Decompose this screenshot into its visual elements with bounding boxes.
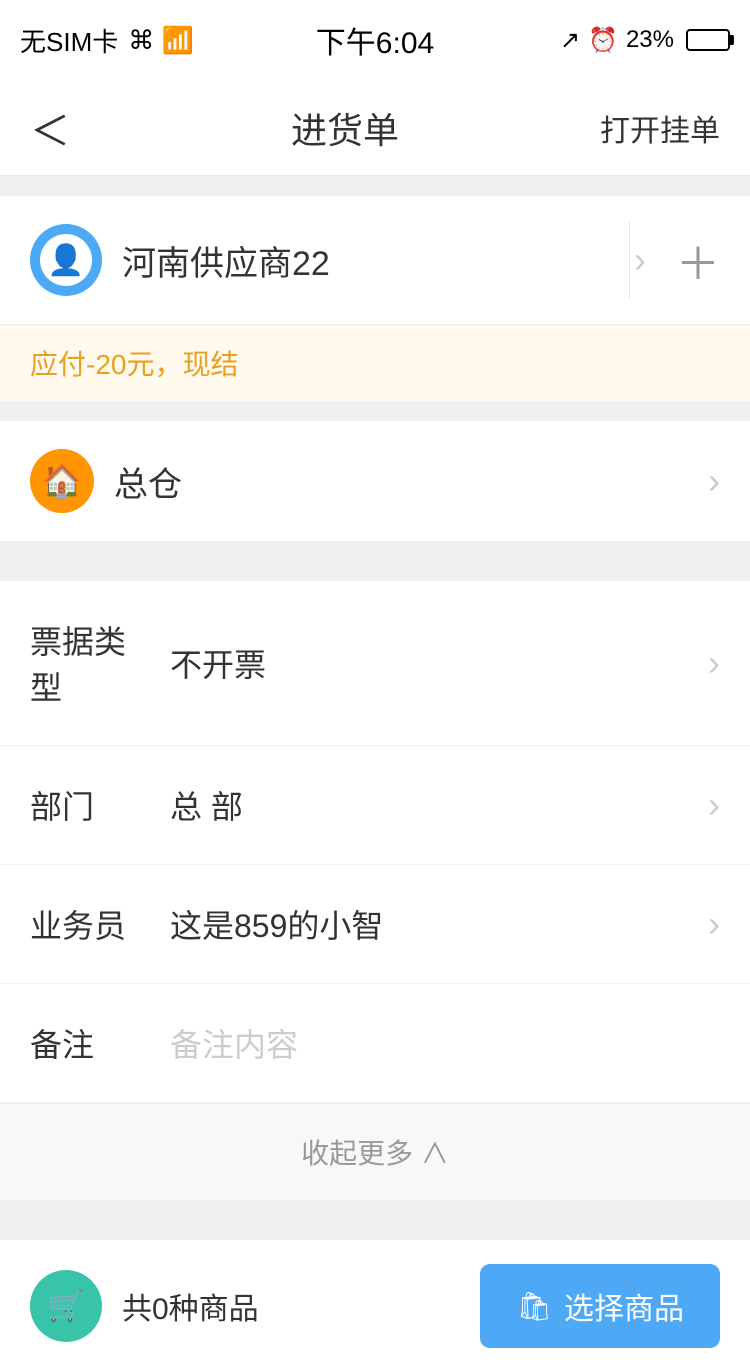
supplier-name: 河南供应商22 xyxy=(122,236,634,285)
department-value: 总 部 xyxy=(170,782,708,828)
salesman-value: 这是859的小智 xyxy=(170,901,708,947)
notice-bar: 应付-20元，现结 xyxy=(0,325,750,401)
avatar-inner xyxy=(40,234,92,286)
collapse-label: 收起更多 ∧ xyxy=(301,1138,449,1169)
select-product-icon: 🛍 xyxy=(516,1290,552,1323)
select-product-button[interactable]: 🛍 选择商品 xyxy=(480,1264,720,1348)
supplier-actions: › ＋ xyxy=(634,228,720,292)
ticket-type-row[interactable]: 票据类型 不开票 › xyxy=(0,581,750,746)
warehouse-name: 总仓 xyxy=(114,457,708,506)
nav-bar: ＜ 进货单 打开挂单 xyxy=(0,80,750,176)
back-button[interactable]: ＜ xyxy=(30,99,90,157)
product-count: 共0种商品 xyxy=(122,1284,480,1328)
salesman-row[interactable]: 业务员 这是859的小智 › xyxy=(0,865,750,984)
supplier-row[interactable]: 河南供应商22 › ＋ xyxy=(0,196,750,325)
status-left: 无SIM卡 ⌘ 📶 xyxy=(20,22,194,59)
location-icon: ↗ xyxy=(560,26,580,55)
supplier-card: 河南供应商22 › ＋ 应付-20元，现结 xyxy=(0,196,750,401)
divider-2 xyxy=(0,541,750,561)
add-supplier-icon[interactable]: ＋ xyxy=(676,228,720,292)
collapse-bar[interactable]: 收起更多 ∧ xyxy=(0,1103,750,1200)
form-section: 票据类型 不开票 › 部门 总 部 › 业务员 这是859的小智 › 备注 备注… xyxy=(0,581,750,1200)
supplier-chevron-icon[interactable]: › xyxy=(634,239,646,281)
alarm-icon: ⏰ xyxy=(588,26,618,55)
salesman-label: 业务员 xyxy=(30,901,150,947)
product-icon: 🛒 xyxy=(30,1270,102,1342)
status-time: 下午6:04 xyxy=(316,18,434,62)
ticket-type-value: 不开票 xyxy=(170,640,708,686)
ticket-type-chevron-icon: › xyxy=(708,642,720,684)
ticket-type-label: 票据类型 xyxy=(30,617,150,709)
department-chevron-icon: › xyxy=(708,784,720,826)
product-bar: 🛒 共0种商品 🛍 选择商品 xyxy=(0,1240,750,1372)
divider-1 xyxy=(0,401,750,421)
salesman-chevron-icon: › xyxy=(708,903,720,945)
status-bar: 无SIM卡 ⌘ 📶 下午6:04 ↗ ⏰ 23% xyxy=(0,0,750,80)
select-product-label: 选择商品 xyxy=(564,1284,684,1328)
warehouse-icon: 🏠 xyxy=(30,449,94,513)
wifi-icon: ⌘ 📶 xyxy=(128,25,194,56)
remark-label: 备注 xyxy=(30,1020,150,1066)
notice-text: 应付-20元，现结 xyxy=(30,349,238,380)
open-pending-button[interactable]: 打开挂单 xyxy=(600,106,720,150)
top-divider xyxy=(0,176,750,196)
nav-title: 进货单 xyxy=(291,102,399,154)
battery-text: 23% xyxy=(626,26,674,54)
warehouse-chevron-icon: › xyxy=(708,460,720,502)
department-row[interactable]: 部门 总 部 › xyxy=(0,746,750,865)
warehouse-card: 🏠 总仓 › xyxy=(0,421,750,541)
carrier-text: 无SIM卡 xyxy=(20,22,118,59)
divider-3 xyxy=(0,1200,750,1220)
battery-icon xyxy=(686,29,730,51)
status-right: ↗ ⏰ 23% xyxy=(560,26,730,55)
supplier-divider-line xyxy=(629,222,630,299)
department-label: 部门 xyxy=(30,782,150,828)
remark-input[interactable]: 备注内容 xyxy=(170,1020,720,1066)
remark-row[interactable]: 备注 备注内容 xyxy=(0,984,750,1103)
supplier-avatar xyxy=(30,224,102,296)
warehouse-row[interactable]: 🏠 总仓 › xyxy=(0,421,750,541)
